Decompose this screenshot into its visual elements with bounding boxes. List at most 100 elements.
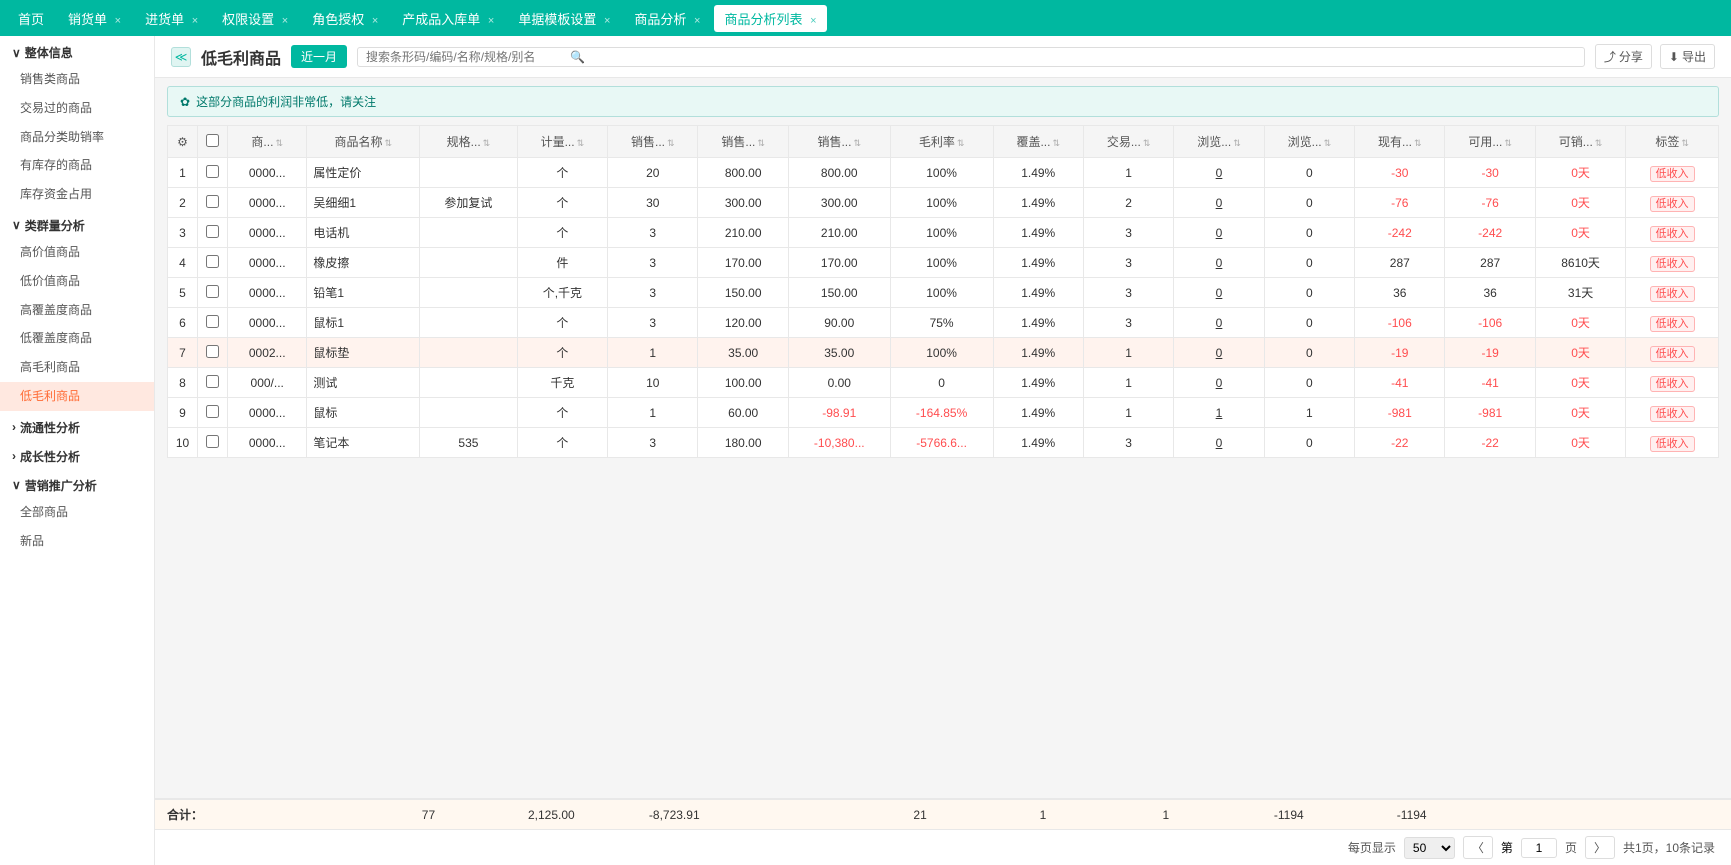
close-icon[interactable]: × bbox=[372, 15, 378, 27]
col-sales2[interactable]: 销售...⇅ bbox=[698, 126, 788, 158]
view1-link[interactable]: 0 bbox=[1216, 346, 1223, 360]
sidebar-item-all-products[interactable]: 全部商品 bbox=[0, 498, 154, 527]
view1-link[interactable]: 0 bbox=[1216, 316, 1223, 330]
row-select-checkbox[interactable] bbox=[206, 345, 219, 358]
page-number-input[interactable] bbox=[1521, 838, 1557, 858]
row-checkbox[interactable] bbox=[198, 278, 228, 308]
view1-link[interactable]: 0 bbox=[1216, 226, 1223, 240]
row-view1[interactable]: 0 bbox=[1174, 218, 1264, 248]
row-checkbox[interactable] bbox=[198, 218, 228, 248]
col-sales1[interactable]: 销售...⇅ bbox=[608, 126, 698, 158]
sidebar-group-cluster[interactable]: ∨ 类群量分析 bbox=[0, 209, 154, 238]
nav-product-analysis-list[interactable]: 商品分析列表 × bbox=[714, 5, 826, 32]
sidebar-item-low-coverage[interactable]: 低覆盖度商品 bbox=[0, 324, 154, 353]
row-name[interactable]: 吴细细1 bbox=[307, 188, 420, 218]
row-name[interactable]: 鼠标1 bbox=[307, 308, 420, 338]
sidebar-item-new-products[interactable]: 新品 bbox=[0, 527, 154, 556]
close-icon[interactable]: × bbox=[488, 15, 494, 27]
sidebar-item-sales-products[interactable]: 销售类商品 bbox=[0, 65, 154, 94]
row-checkbox[interactable] bbox=[198, 248, 228, 278]
nav-template[interactable]: 单据模板设置 × bbox=[508, 5, 620, 32]
nav-roles[interactable]: 角色授权 × bbox=[302, 5, 388, 32]
row-checkbox[interactable] bbox=[198, 338, 228, 368]
col-name[interactable]: 商品名称⇅ bbox=[307, 126, 420, 158]
sidebar-item-low-value[interactable]: 低价值商品 bbox=[0, 267, 154, 296]
row-select-checkbox[interactable] bbox=[206, 195, 219, 208]
col-available[interactable]: 可用...⇅ bbox=[1445, 126, 1535, 158]
sidebar-item-high-coverage[interactable]: 高覆盖度商品 bbox=[0, 296, 154, 325]
col-stock[interactable]: 现有...⇅ bbox=[1355, 126, 1445, 158]
row-checkbox[interactable] bbox=[198, 308, 228, 338]
col-sales3[interactable]: 销售...⇅ bbox=[788, 126, 890, 158]
col-view1[interactable]: 浏览...⇅ bbox=[1174, 126, 1264, 158]
row-name[interactable]: 橡皮擦 bbox=[307, 248, 420, 278]
collapse-sidebar-button[interactable]: ≪ bbox=[171, 47, 191, 67]
col-spec[interactable]: 规格...⇅ bbox=[420, 126, 518, 158]
close-icon[interactable]: × bbox=[604, 15, 610, 27]
sidebar-item-traded-products[interactable]: 交易过的商品 bbox=[0, 94, 154, 123]
sidebar-item-in-stock[interactable]: 有库存的商品 bbox=[0, 151, 154, 180]
row-select-checkbox[interactable] bbox=[206, 285, 219, 298]
row-name[interactable]: 测试 bbox=[307, 368, 420, 398]
nav-home[interactable]: 首页 bbox=[8, 5, 54, 32]
row-name[interactable]: 属性定价 bbox=[307, 158, 420, 188]
row-select-checkbox[interactable] bbox=[206, 165, 219, 178]
row-name[interactable]: 笔记本 bbox=[307, 428, 420, 458]
row-view1[interactable]: 0 bbox=[1174, 188, 1264, 218]
search-input[interactable] bbox=[366, 50, 566, 64]
row-view1[interactable]: 0 bbox=[1174, 368, 1264, 398]
sidebar-group-growth[interactable]: › 成长性分析 bbox=[0, 440, 154, 469]
row-checkbox[interactable] bbox=[198, 398, 228, 428]
close-icon[interactable]: × bbox=[115, 15, 121, 27]
row-view1[interactable]: 1 bbox=[1174, 398, 1264, 428]
row-select-checkbox[interactable] bbox=[206, 315, 219, 328]
row-checkbox[interactable] bbox=[198, 188, 228, 218]
nav-permissions[interactable]: 权限设置 × bbox=[212, 5, 298, 32]
nav-product-analysis[interactable]: 商品分析 × bbox=[624, 5, 710, 32]
row-select-checkbox[interactable] bbox=[206, 255, 219, 268]
row-name[interactable]: 铅笔1 bbox=[307, 278, 420, 308]
row-view1[interactable]: 0 bbox=[1174, 158, 1264, 188]
row-checkbox[interactable] bbox=[198, 368, 228, 398]
close-icon[interactable]: × bbox=[810, 15, 816, 27]
col-trade[interactable]: 交易...⇅ bbox=[1083, 126, 1173, 158]
col-unit[interactable]: 计量...⇅ bbox=[517, 126, 607, 158]
nav-product-entry[interactable]: 产成品入库单 × bbox=[392, 5, 504, 32]
row-checkbox[interactable] bbox=[198, 428, 228, 458]
sidebar-item-high-margin[interactable]: 高毛利商品 bbox=[0, 353, 154, 382]
share-button[interactable]: ⤴ 分享 bbox=[1595, 44, 1652, 69]
col-view2[interactable]: 浏览...⇅ bbox=[1264, 126, 1354, 158]
sidebar-item-category-rate[interactable]: 商品分类助销率 bbox=[0, 123, 154, 152]
row-select-checkbox[interactable] bbox=[206, 225, 219, 238]
sidebar-group-marketing[interactable]: ∨ 营销推广分析 bbox=[0, 469, 154, 498]
col-checkbox[interactable] bbox=[198, 126, 228, 158]
view1-link[interactable]: 0 bbox=[1216, 166, 1223, 180]
search-icon[interactable]: 🔍 bbox=[570, 50, 585, 64]
view1-link[interactable]: 0 bbox=[1216, 436, 1223, 450]
nav-sales[interactable]: 销货单 × bbox=[58, 5, 131, 32]
page-size-select[interactable]: 50 100 200 bbox=[1404, 837, 1455, 859]
sidebar-group-overall[interactable]: ∨ 整体信息 bbox=[0, 36, 154, 65]
row-name[interactable]: 鼠标 bbox=[307, 398, 420, 428]
sidebar-item-high-value[interactable]: 高价值商品 bbox=[0, 238, 154, 267]
view1-link[interactable]: 0 bbox=[1216, 196, 1223, 210]
col-margin[interactable]: 毛利率⇅ bbox=[890, 126, 993, 158]
filter-recent-month-button[interactable]: 近一月 bbox=[291, 45, 347, 68]
close-icon[interactable]: × bbox=[192, 15, 198, 27]
row-name[interactable]: 鼠标垫 bbox=[307, 338, 420, 368]
nav-purchase[interactable]: 进货单 × bbox=[135, 5, 208, 32]
close-icon[interactable]: × bbox=[282, 15, 288, 27]
next-page-button[interactable]: 〉 bbox=[1585, 836, 1615, 859]
view1-link[interactable]: 1 bbox=[1216, 406, 1223, 420]
prev-page-button[interactable]: 〈 bbox=[1463, 836, 1493, 859]
export-button[interactable]: ⬇ 导出 bbox=[1660, 44, 1715, 69]
col-config[interactable]: ⚙ bbox=[168, 126, 198, 158]
view1-link[interactable]: 0 bbox=[1216, 256, 1223, 270]
row-select-checkbox[interactable] bbox=[206, 405, 219, 418]
select-all-checkbox[interactable] bbox=[206, 134, 219, 147]
row-select-checkbox[interactable] bbox=[206, 435, 219, 448]
sidebar-item-low-margin[interactable]: 低毛利商品 bbox=[0, 382, 154, 411]
row-select-checkbox[interactable] bbox=[206, 375, 219, 388]
row-checkbox[interactable] bbox=[198, 158, 228, 188]
row-view1[interactable]: 0 bbox=[1174, 278, 1264, 308]
